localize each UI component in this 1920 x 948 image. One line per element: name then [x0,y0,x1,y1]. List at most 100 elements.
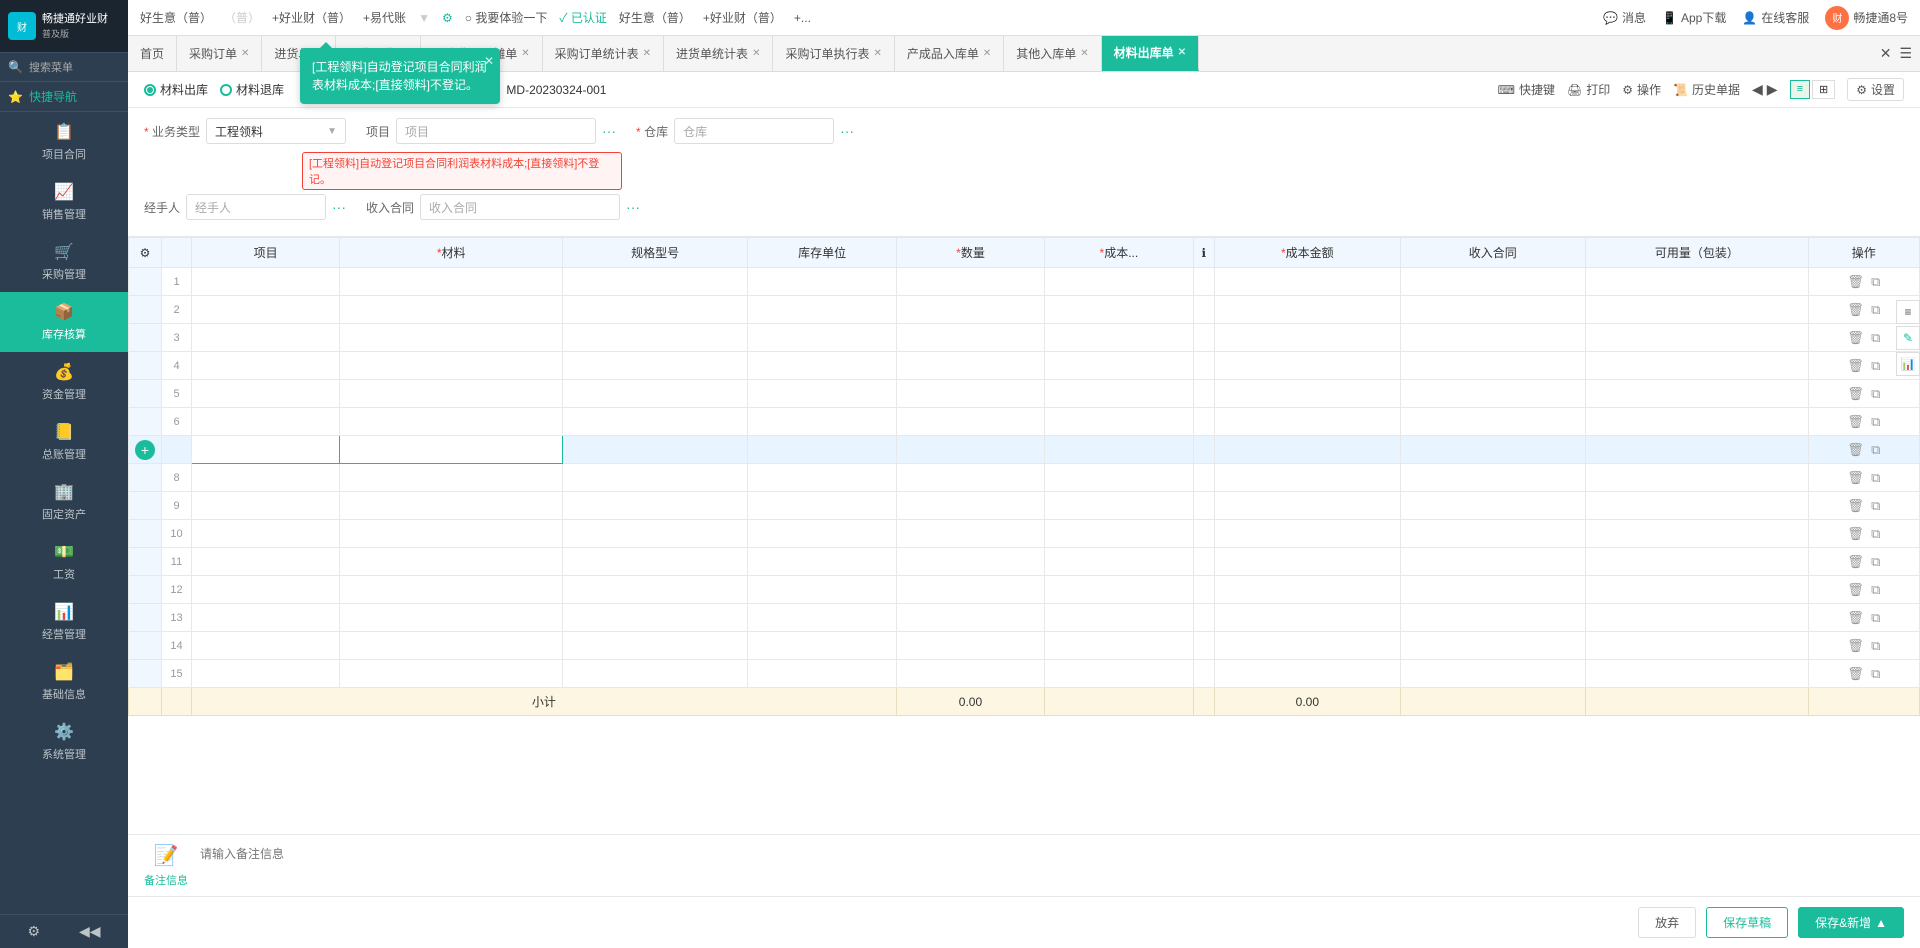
tab-material-out-close[interactable]: ✕ [1178,47,1186,58]
save-new-button[interactable]: 保存&新增 ▲ [1798,907,1904,938]
warehouse-more-btn[interactable]: ··· [840,123,854,139]
row-qty-3[interactable] [896,324,1044,352]
sidebar-item-salary[interactable]: 💵 工资 [0,532,128,592]
try-label[interactable]: ○ 我要体验一下 [465,9,548,26]
row-project-3[interactable] [192,324,340,352]
delete-icon-2[interactable]: 🗑 [1847,302,1864,317]
row-qty-9[interactable] [896,492,1044,520]
row-income-contract-14[interactable] [1400,632,1585,660]
row-cost-amount-5[interactable] [1215,380,1400,408]
row-material-7-input[interactable] [340,436,563,464]
row-spec-9[interactable] [562,492,747,520]
row-project-4[interactable] [192,352,340,380]
settings-button[interactable]: ⚙ [27,923,40,940]
row-material-10[interactable] [340,520,563,548]
row-qty-1[interactable] [896,268,1044,296]
row-income-contract-5[interactable] [1400,380,1585,408]
delete-icon-14[interactable]: 🗑 [1847,638,1864,653]
row-cost-amount-14[interactable] [1215,632,1400,660]
settings-button[interactable]: ⚙ 设置 [1847,78,1904,101]
row-unit-10[interactable] [748,520,896,548]
row-income-contract-11[interactable] [1400,548,1585,576]
row-spec-7[interactable] [562,436,747,464]
copy-icon-10[interactable]: ⧉ [1871,526,1880,541]
row-spec-13[interactable] [562,604,747,632]
row-material-14[interactable] [340,632,563,660]
tab-purchase-stat[interactable]: 采购订单统计表 ✕ [543,36,664,71]
prev-arrow[interactable]: ◀ [1752,81,1763,98]
delete-icon-6[interactable]: 🗑 [1847,414,1864,429]
row-cost-price-8[interactable] [1045,464,1193,492]
row-unit-14[interactable] [748,632,896,660]
row-available-qty-13[interactable] [1586,604,1809,632]
copy-icon-11[interactable]: ⧉ [1871,554,1880,569]
row-income-contract-10[interactable] [1400,520,1585,548]
row-available-qty-1[interactable] [1586,268,1809,296]
row-cost-amount-7[interactable] [1215,436,1400,464]
copy-icon-2[interactable]: ⧉ [1871,302,1880,317]
row-cost-amount-11[interactable] [1215,548,1400,576]
row-unit-1[interactable] [748,268,896,296]
row-unit-7[interactable] [748,436,896,464]
copy-icon-5[interactable]: ⧉ [1871,386,1880,401]
save-draft-button[interactable]: 保存草稿 [1706,907,1788,938]
delete-icon-7[interactable]: 🗑 [1847,442,1864,457]
row-project-10[interactable] [192,520,340,548]
row-cost-price-2[interactable] [1045,296,1193,324]
row-unit-8[interactable] [748,464,896,492]
row-available-qty-4[interactable] [1586,352,1809,380]
row-spec-2[interactable] [562,296,747,324]
row-unit-6[interactable] [748,408,896,436]
row-cost-amount-15[interactable] [1215,660,1400,688]
side-action-1[interactable]: ≡ [1896,300,1920,324]
row-spec-15[interactable] [562,660,747,688]
row-spec-4[interactable] [562,352,747,380]
tab-goods-stat[interactable]: 进货单统计表 ✕ [664,36,773,71]
row-unit-15[interactable] [748,660,896,688]
row-project-7-input[interactable] [192,436,340,464]
row-available-qty-9[interactable] [1586,492,1809,520]
row-available-qty-15[interactable] [1586,660,1809,688]
tab-purchase-exec-close[interactable]: ✕ [873,48,881,59]
discard-button[interactable]: 放弃 [1638,907,1696,938]
row-unit-3[interactable] [748,324,896,352]
sidebar-item-purchase[interactable]: 🛒 采购管理 [0,232,128,292]
tab-home[interactable]: 首页 [128,36,177,71]
tab-close-all[interactable]: ✕ [1880,45,1892,62]
row-available-qty-11[interactable] [1586,548,1809,576]
row-material-11[interactable] [340,548,563,576]
row-spec-10[interactable] [562,520,747,548]
row-available-qty-14[interactable] [1586,632,1809,660]
row-material-9[interactable] [340,492,563,520]
copy-icon-12[interactable]: ⧉ [1871,582,1880,597]
row-income-contract-15[interactable] [1400,660,1585,688]
number-value[interactable]: MD-20230324-001 [506,83,606,97]
row-cost-price-14[interactable] [1045,632,1193,660]
row-income-contract-8[interactable] [1400,464,1585,492]
row-unit-5[interactable] [748,380,896,408]
row-cost-amount-3[interactable] [1215,324,1400,352]
radio-material-out[interactable]: 材料出库 [144,81,208,98]
row-project-2[interactable] [192,296,340,324]
row-material-5[interactable] [340,380,563,408]
app-download-button[interactable]: 📱 App下载 [1662,9,1726,26]
delete-icon-8[interactable]: 🗑 [1847,470,1864,485]
settings-link[interactable]: ⚙ [442,11,453,25]
tab-menu[interactable]: ☰ [1899,45,1912,62]
tab-purchase-exec[interactable]: 采购订单执行表 ✕ [773,36,894,71]
income-contract-input[interactable]: 收入合同 [420,194,620,220]
delete-icon-5[interactable]: 🗑 [1847,386,1864,401]
nav-link-2[interactable]: +好业财（普） [272,9,351,26]
tab-goods-stat-close[interactable]: ✕ [752,48,760,59]
row-available-qty-12[interactable] [1586,576,1809,604]
income-contract-more-btn[interactable]: ··· [626,199,640,215]
row-unit-9[interactable] [748,492,896,520]
dropdown-arrow[interactable]: ▼ [418,11,430,25]
search-menu-area[interactable]: 🔍 搜索菜单 [0,53,128,82]
row-project-15[interactable] [192,660,340,688]
list-view-button[interactable]: ≡ [1790,80,1810,99]
row-qty-14[interactable] [896,632,1044,660]
extra-link-2[interactable]: +好业财（普） [703,9,782,26]
row-income-contract-2[interactable] [1400,296,1585,324]
row-material-3[interactable] [340,324,563,352]
